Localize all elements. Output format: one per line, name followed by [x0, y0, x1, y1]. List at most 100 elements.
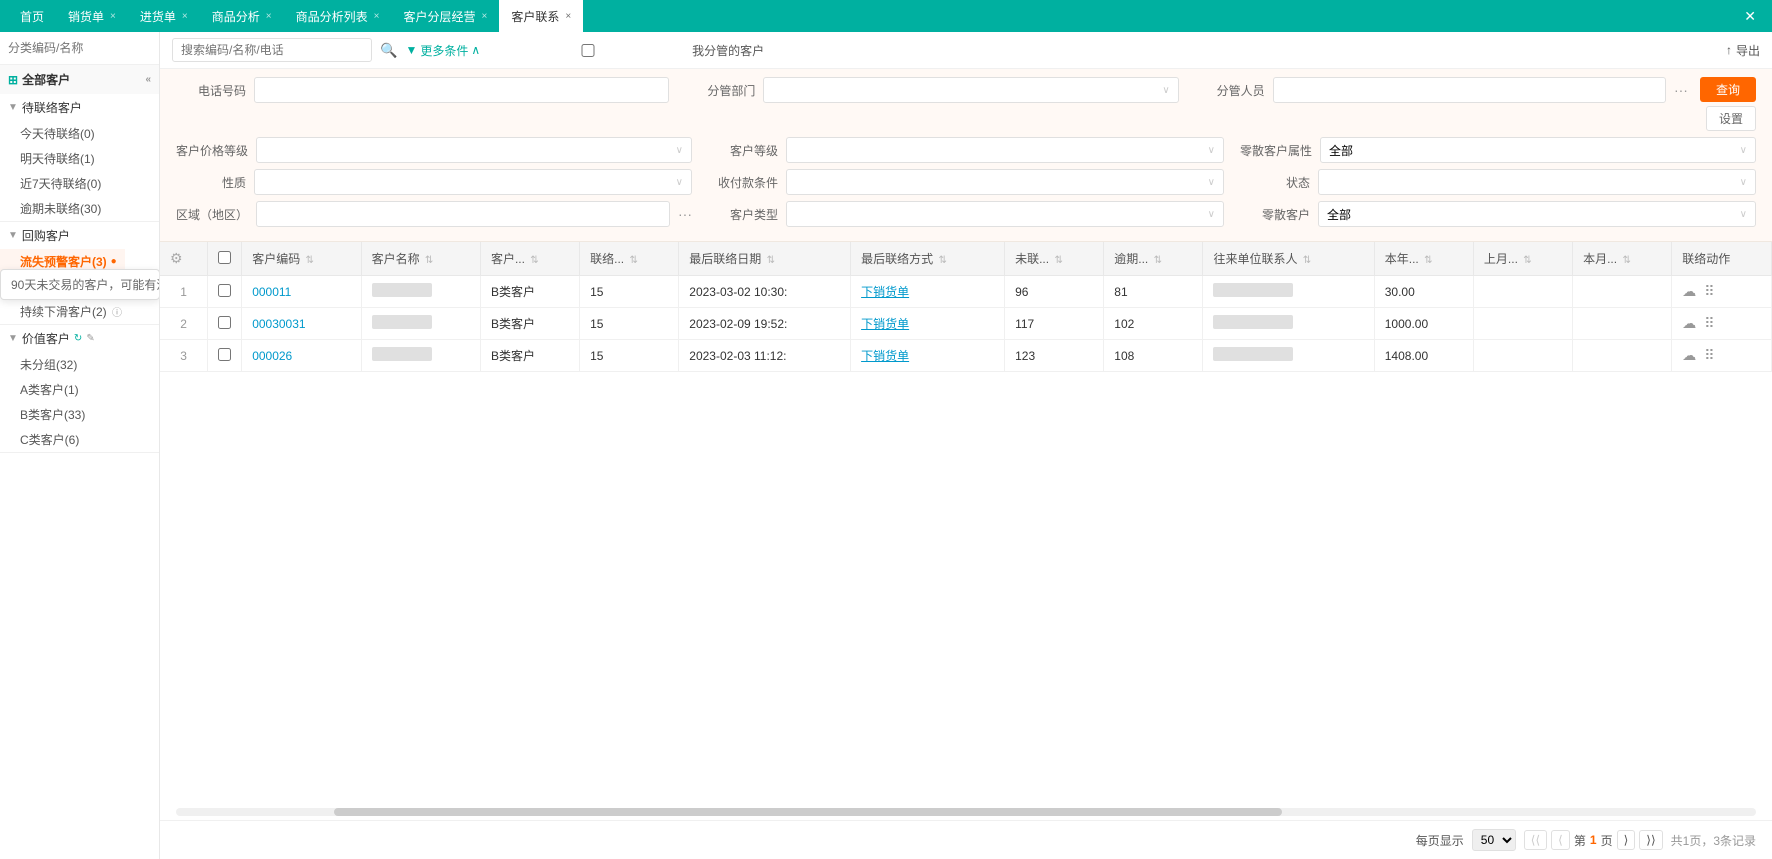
close-product-list-tab[interactable]: × — [374, 11, 380, 22]
customer-level-select[interactable]: ∨ — [786, 137, 1224, 163]
more-conditions-button[interactable]: ▼ 更多条件 ∧ — [405, 42, 480, 59]
tab-product-list[interactable]: 商品分析列表 × — [284, 0, 392, 32]
filter-region: 区域（地区） ··· — [176, 201, 692, 227]
horizontal-scrollbar[interactable] — [176, 808, 1756, 816]
contact-action-icon[interactable]: ☁ — [1682, 347, 1696, 364]
customer-type-select[interactable]: ∨ — [786, 201, 1224, 227]
close-customer-contact-tab[interactable]: × — [565, 11, 571, 22]
more-action-icon[interactable]: ⠿ — [1704, 347, 1714, 364]
edit-icon[interactable]: ✎ — [86, 333, 94, 344]
zero-attr-select[interactable]: 全部 ∨ — [1320, 137, 1756, 163]
sidebar-item-tomorrow[interactable]: 明天待联络(1) — [0, 146, 159, 171]
settings-button[interactable]: 设置 — [1706, 106, 1756, 131]
department-select[interactable]: ∨ — [763, 77, 1178, 103]
region-input[interactable] — [256, 201, 670, 227]
tab-purchase[interactable]: 进货单 × — [128, 0, 200, 32]
sidebar-item-ungrouped[interactable]: 未分组(32) — [0, 352, 159, 377]
row-checkbox[interactable] — [218, 348, 231, 361]
contact-action-icon[interactable]: ☁ — [1682, 283, 1696, 300]
row-checkbox-cell[interactable] — [208, 340, 242, 372]
overdue-column-header[interactable]: 逾期... ⇅ — [1104, 242, 1203, 276]
row-checkbox[interactable] — [218, 316, 231, 329]
status-select[interactable]: ∨ — [1318, 169, 1756, 195]
last-contact-method[interactable]: 下销货单 — [851, 340, 1005, 372]
tab-sales[interactable]: 销货单 × — [56, 0, 128, 32]
row-checkbox-cell[interactable] — [208, 308, 242, 340]
close-product-analysis-tab[interactable]: × — [266, 11, 272, 22]
region-more-icon[interactable]: ··· — [678, 206, 692, 222]
my-customers-checkbox[interactable]: 我分管的客户 — [488, 42, 764, 59]
zero-customer-select[interactable]: 全部 ∨ — [1318, 201, 1756, 227]
last-method-link[interactable]: 下销货单 — [861, 349, 909, 363]
checkbox-column-header[interactable] — [208, 242, 242, 276]
search-button[interactable]: 🔍 — [380, 42, 397, 59]
sidebar-search-input[interactable] — [8, 41, 160, 55]
sidebar-item-type-c[interactable]: C类客户(6) — [0, 427, 159, 452]
row-checkbox[interactable] — [218, 284, 231, 297]
last-method-link[interactable]: 下销货单 — [861, 317, 909, 331]
payment-select[interactable]: ∨ — [786, 169, 1224, 195]
contact-action-icon[interactable]: ☁ — [1682, 315, 1696, 332]
last-contact-method[interactable]: 下销货单 — [851, 308, 1005, 340]
close-purchase-tab[interactable]: × — [182, 11, 188, 22]
tab-product-analysis[interactable]: 商品分析 × — [200, 0, 284, 32]
last-month-column-header[interactable]: 上月... ⇅ — [1473, 242, 1572, 276]
name-column-header[interactable]: 客户名称 ⇅ — [361, 242, 480, 276]
sidebar-item-type-b[interactable]: B类客户(33) — [0, 402, 159, 427]
prev-page-button[interactable]: ⟨ — [1551, 830, 1570, 850]
last-date-column-header[interactable]: 最后联络日期 ⇅ — [679, 242, 851, 276]
contact-person-column-header[interactable]: 往来单位联系人 ⇅ — [1203, 242, 1374, 276]
price-level-select[interactable]: ∨ — [256, 137, 692, 163]
contact-person-cell — [1203, 276, 1374, 308]
last-method-column-header[interactable]: 最后联络方式 ⇅ — [851, 242, 1005, 276]
customer-code[interactable]: 000011 — [242, 276, 361, 308]
more-action-icon[interactable]: ⠿ — [1704, 283, 1714, 300]
per-page-select[interactable]: 50 — [1472, 829, 1516, 851]
this-year-column-header[interactable]: 本年... ⇅ — [1374, 242, 1473, 276]
phone-input[interactable] — [254, 77, 669, 103]
sidebar-item-overdue[interactable]: 逾期未联络(30) — [0, 196, 159, 221]
sidebar-all-customers[interactable]: ⊞ 全部客户 « — [0, 65, 159, 94]
type-column-header[interactable]: 客户... ⇅ — [480, 242, 579, 276]
contact-column-header[interactable]: 联络... ⇅ — [580, 242, 679, 276]
no-contact-column-header[interactable]: 未联... ⇅ — [1005, 242, 1104, 276]
tab-home[interactable]: 首页 — [8, 0, 56, 32]
last-contact-method[interactable]: 下销货单 — [851, 276, 1005, 308]
export-button[interactable]: ↑ 导出 — [1726, 42, 1760, 59]
scroll-thumb[interactable] — [334, 808, 1282, 816]
chevron-down-icon6: ∨ — [1208, 177, 1215, 188]
next-page-button[interactable]: ⟩ — [1617, 830, 1636, 850]
close-window-button[interactable]: ✕ — [1736, 8, 1764, 25]
close-customer-layer-tab[interactable]: × — [481, 11, 487, 22]
my-customers-check[interactable] — [488, 44, 688, 57]
more-options-icon[interactable]: ··· — [1674, 82, 1688, 98]
close-sales-tab[interactable]: × — [110, 11, 116, 22]
nature-select[interactable]: ∨ — [254, 169, 692, 195]
search-input[interactable] — [172, 38, 372, 62]
gear-column-header[interactable]: ⚙ — [160, 242, 208, 276]
tab-customer-layer[interactable]: 客户分层经营 × — [391, 0, 499, 32]
select-all-checkbox[interactable] — [218, 251, 231, 264]
last-method-link[interactable]: 下销货单 — [861, 285, 909, 299]
sidebar-item-week[interactable]: 近7天待联络(0) — [0, 171, 159, 196]
more-action-icon[interactable]: ⠿ — [1704, 315, 1714, 332]
sidebar-item-today[interactable]: 今天待联络(0) — [0, 121, 159, 146]
last-page-button[interactable]: ⟩⟩ — [1639, 830, 1662, 850]
refresh-icon[interactable]: ↻ — [74, 333, 82, 344]
code-column-header[interactable]: 客户编码 ⇅ — [242, 242, 361, 276]
group-value-header[interactable]: ▼ 价值客户 ↻ ✎ — [0, 325, 159, 352]
advanced-filter-panel: 电话号码 分管部门 ∨ 分管人员 — [160, 69, 1772, 242]
sidebar-item-declining[interactable]: 持续下滑客户(2) ⓘ — [0, 299, 159, 324]
tab-customer-contact[interactable]: 客户联系 × — [499, 0, 583, 32]
this-year-amount: 30.00 — [1374, 276, 1473, 308]
sidebar-item-type-a[interactable]: A类客户(1) — [0, 377, 159, 402]
query-button[interactable]: 查询 — [1700, 77, 1756, 102]
this-month-column-header[interactable]: 本月... ⇅ — [1573, 242, 1672, 276]
manager-select[interactable] — [1273, 77, 1666, 103]
row-checkbox-cell[interactable] — [208, 276, 242, 308]
group-repurchase-header[interactable]: ▼ 回购客户 — [0, 222, 159, 249]
customer-code[interactable]: 00030031 — [242, 308, 361, 340]
group-pending-header[interactable]: ▼ 待联络客户 — [0, 94, 159, 121]
first-page-button[interactable]: ⟨⟨ — [1524, 830, 1547, 850]
customer-code[interactable]: 000026 — [242, 340, 361, 372]
